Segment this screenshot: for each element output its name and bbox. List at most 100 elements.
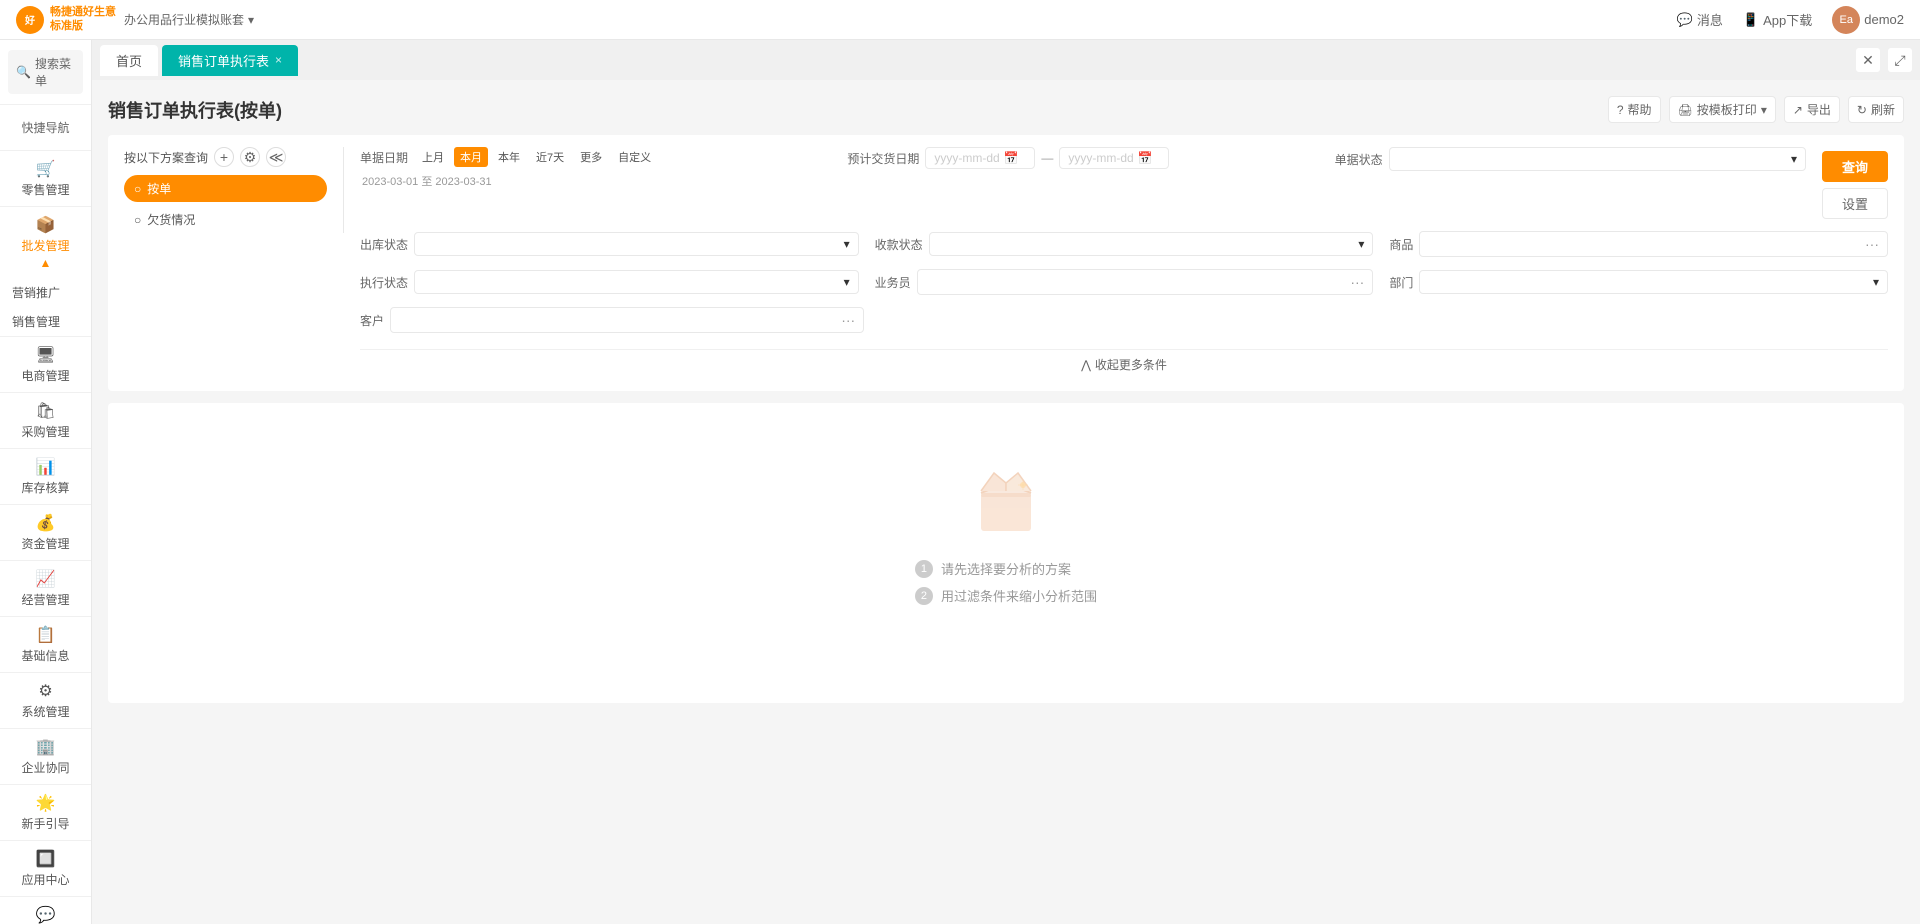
tab-home[interactable]: 首页 xyxy=(100,45,158,76)
scheme-collapse-button[interactable]: ≪ xyxy=(266,147,286,167)
filter-action-buttons: 查询 设置 xyxy=(1822,147,1888,219)
collapse-more-button[interactable]: ⋀ 收起更多条件 xyxy=(360,349,1888,379)
app-download-action[interactable]: 📱 App下载 xyxy=(1743,10,1812,29)
expected-delivery-to-input[interactable]: yyyy-mm-dd 📅 xyxy=(1059,147,1169,169)
scheme-settings-button[interactable]: ⚙ xyxy=(240,147,260,167)
page-content: 销售订单执行表(按单) ? 帮助 🖨 按模板打印 ▾ ↗ 导出 xyxy=(92,80,1920,924)
expected-from-placeholder: yyyy-mm-dd xyxy=(934,151,999,165)
tab-close-icon[interactable]: × xyxy=(275,53,282,67)
more-button[interactable]: 更多 xyxy=(574,147,608,167)
message-action[interactable]: 💬 消息 xyxy=(1677,10,1723,29)
sidebar-item-enterprise[interactable]: 🏢 企业协同 xyxy=(0,729,91,784)
date-label: 单据日期 xyxy=(360,149,408,166)
calendar2-icon: 📅 xyxy=(1138,151,1153,165)
purchase-icon: 🛍 xyxy=(35,401,55,421)
empty-tips: 1 请先选择要分析的方案 2 用过滤条件来缩小分析范围 xyxy=(915,559,1097,605)
exec-status-select[interactable]: ▾ xyxy=(414,270,859,294)
user-action[interactable]: Ea demo2 xyxy=(1832,6,1904,34)
sidebar: 🔍 搜索菜单 快捷导航 🛒 零售管理 📦 批发管理 ▲ 营销推广 销售管理 xyxy=(0,40,92,924)
salesperson-select[interactable]: ··· xyxy=(917,269,1374,295)
sidebar-item-basic[interactable]: 📋 基础信息 xyxy=(0,617,91,672)
export-button[interactable]: ↗ 导出 xyxy=(1784,96,1840,123)
breadcrumb-dropdown[interactable]: ▾ xyxy=(248,13,254,27)
sidebar-section-finance: 💰 资金管理 xyxy=(0,505,91,561)
logo-text: 畅捷通好生意 标准版 xyxy=(50,6,116,32)
sidebar-item-finance[interactable]: 💰 资金管理 xyxy=(0,505,91,560)
department-label: 部门 xyxy=(1389,274,1413,291)
tip-num-1: 1 xyxy=(915,560,933,578)
scheme-header-label: 按以下方案查询 xyxy=(124,149,208,166)
wechat-icon: 💬 xyxy=(36,905,56,924)
appcenter-icon: 🔲 xyxy=(36,849,56,869)
goods-dots-icon[interactable]: ··· xyxy=(1865,236,1879,252)
message-icon: 💬 xyxy=(1677,12,1693,28)
sidebar-item-system[interactable]: ⚙ 系统管理 xyxy=(0,673,91,728)
basic-icon: 📋 xyxy=(36,625,56,645)
last-month-button[interactable]: 上月 xyxy=(416,147,450,167)
query-button[interactable]: 查询 xyxy=(1822,151,1888,182)
tab-sales-exec[interactable]: 销售订单执行表 × xyxy=(162,45,298,76)
out-status-select[interactable]: ▾ xyxy=(414,232,859,256)
sidebar-item-purchase[interactable]: 🛍 采购管理 xyxy=(0,393,91,448)
avatar: Ea xyxy=(1832,6,1860,34)
date-buttons: 上月 本月 本年 近7天 更多 自定义 xyxy=(416,147,657,167)
sidebar-item-wholesale[interactable]: 📦 批发管理 ▲ xyxy=(0,207,91,278)
customer-select[interactable]: ··· xyxy=(390,307,864,333)
sidebar-item-operations[interactable]: 📈 经营管理 xyxy=(0,561,91,616)
custom-button[interactable]: 自定义 xyxy=(612,147,657,167)
empty-illustration xyxy=(966,463,1046,543)
expected-to-placeholder: yyyy-mm-dd xyxy=(1068,151,1133,165)
main-layout: 🔍 搜索菜单 快捷导航 🛒 零售管理 📦 批发管理 ▲ 营销推广 销售管理 xyxy=(0,40,1920,924)
scheme-item-order[interactable]: ○ 按单 xyxy=(124,175,327,202)
refresh-button[interactable]: ↻ 刷新 xyxy=(1848,96,1904,123)
settings-button[interactable]: 设置 xyxy=(1822,188,1888,219)
department-select[interactable]: ▾ xyxy=(1419,270,1888,294)
this-month-button[interactable]: 本月 xyxy=(454,147,488,167)
tip-num-2: 2 xyxy=(915,587,933,605)
collapse-more-label: 收起更多条件 xyxy=(1095,356,1167,373)
search-menu-button[interactable]: 🔍 搜索菜单 xyxy=(8,50,83,94)
delivery-separator: — xyxy=(1041,151,1053,165)
payment-status-select[interactable]: ▾ xyxy=(929,232,1374,256)
expected-delivery-from-input[interactable]: yyyy-mm-dd 📅 xyxy=(925,147,1035,169)
doc-status-select[interactable]: ▾ xyxy=(1389,147,1806,171)
tab-close-window-button[interactable]: ✕ xyxy=(1856,48,1880,72)
breadcrumb: 办公用品行业模拟账套 ▾ xyxy=(124,11,254,28)
sidebar-item-sales[interactable]: 销售管理 xyxy=(0,307,91,336)
sidebar-item-marketing[interactable]: 营销推广 xyxy=(0,278,91,307)
page-actions: ? 帮助 🖨 按模板打印 ▾ ↗ 导出 ↻ 刷新 xyxy=(1608,96,1904,123)
sidebar-item-basic-label: 基础信息 xyxy=(21,647,69,664)
quick-nav-area: 快捷导航 xyxy=(0,105,91,151)
sidebar-item-appcenter[interactable]: 🔲 应用中心 xyxy=(0,841,91,896)
logo-icon: 好 xyxy=(16,6,44,34)
scheme-section: 按以下方案查询 + ⚙ ≪ ○ 按单 ○ 欠货 xyxy=(124,147,344,233)
exec-status-arrow-icon: ▾ xyxy=(844,275,850,289)
last7-button[interactable]: 近7天 xyxy=(530,147,570,167)
sidebar-item-ecommerce[interactable]: 🖥 电商管理 xyxy=(0,337,91,392)
scheme-add-button[interactable]: + xyxy=(214,147,234,167)
salesperson-dots-icon[interactable]: ··· xyxy=(1350,274,1364,290)
refresh-label: 刷新 xyxy=(1871,101,1895,118)
goods-select[interactable]: ··· xyxy=(1419,231,1888,257)
app-download-icon: 📱 xyxy=(1743,12,1759,28)
this-year-button[interactable]: 本年 xyxy=(492,147,526,167)
sidebar-item-newbie[interactable]: 🌟 新手引导 xyxy=(0,785,91,840)
sidebar-item-retail[interactable]: 🛒 零售管理 xyxy=(0,151,91,206)
breadcrumb-text: 办公用品行业模拟账套 xyxy=(124,11,244,28)
scheme-debt-icon: ○ xyxy=(134,213,141,227)
customer-dots-icon[interactable]: ··· xyxy=(841,312,855,328)
scheme-item-debt[interactable]: ○ 欠货情况 xyxy=(124,206,327,233)
tab-maximize-button[interactable]: ⤢ xyxy=(1888,48,1912,72)
tab-bar: 首页 销售订单执行表 × ✕ ⤢ xyxy=(92,40,1920,80)
scheme-item-debt-label: 欠货情况 xyxy=(147,211,195,228)
export-label: 导出 xyxy=(1807,101,1831,118)
quick-nav-button[interactable]: 快捷导航 xyxy=(8,113,83,142)
template-print-button[interactable]: 🖨 按模板打印 ▾ xyxy=(1669,96,1776,123)
help-button[interactable]: ? 帮助 xyxy=(1608,96,1661,123)
page-title-bar: 销售订单执行表(按单) ? 帮助 🖨 按模板打印 ▾ ↗ 导出 xyxy=(108,96,1904,123)
sidebar-item-inventory[interactable]: 📊 库存核算 xyxy=(0,449,91,504)
sidebar-item-wechat[interactable]: 💬 企业微信 xyxy=(0,897,91,924)
sidebar-item-finance-label: 资金管理 xyxy=(21,535,69,552)
goods-label: 商品 xyxy=(1389,236,1413,253)
sidebar-item-inventory-label: 库存核算 xyxy=(21,479,69,496)
